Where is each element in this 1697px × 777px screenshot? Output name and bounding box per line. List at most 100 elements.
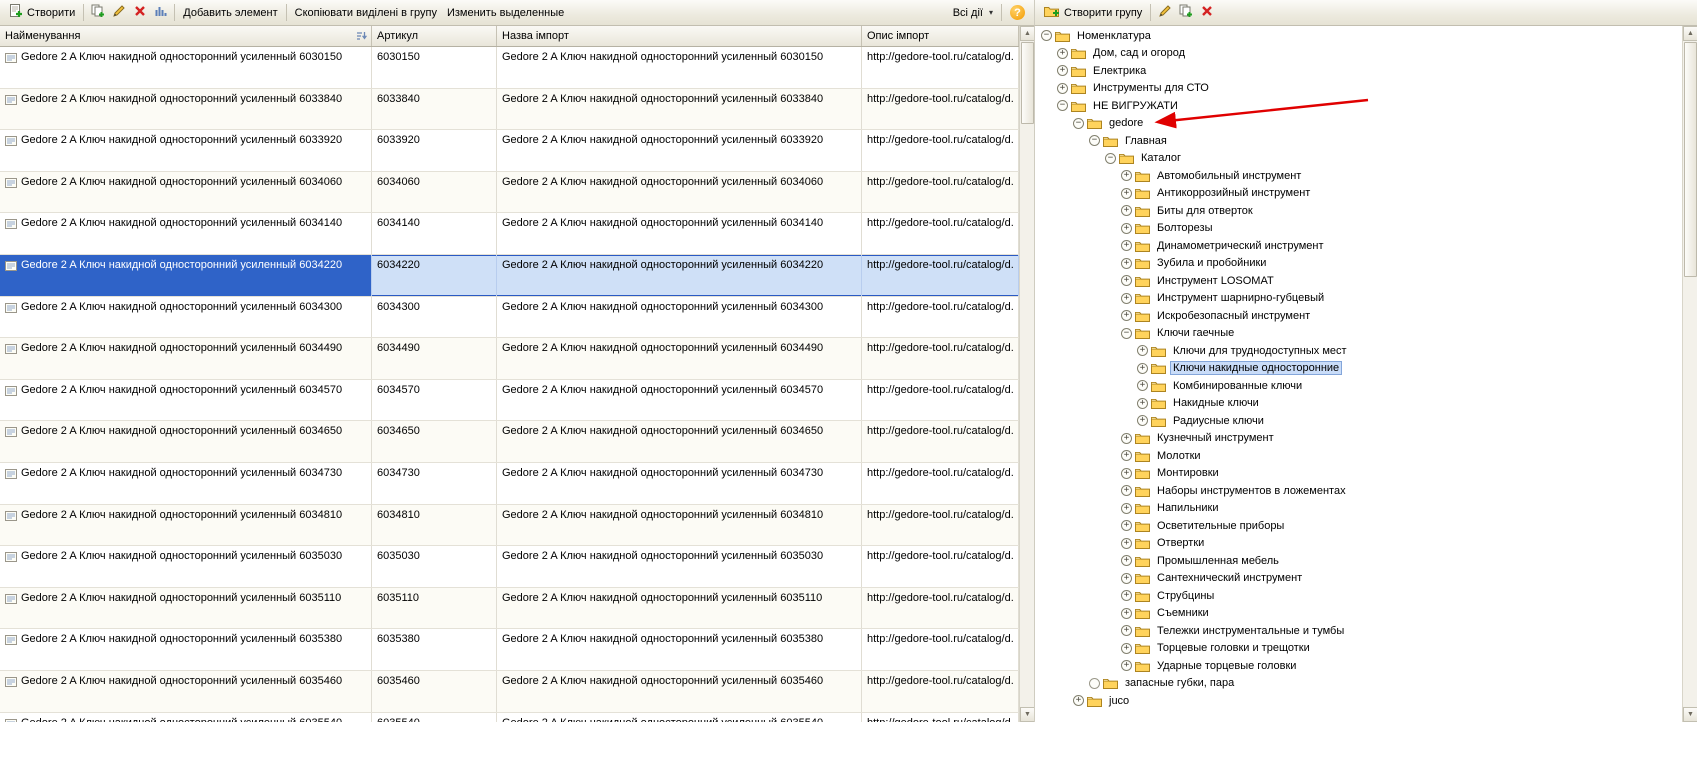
collapse-icon[interactable]: −: [1089, 135, 1100, 147]
table-row[interactable]: Gedore 2 A Ключ накидной односторонний у…: [0, 213, 1019, 255]
tree-item[interactable]: + Биты для отверток: [1035, 202, 1682, 220]
tree-item[interactable]: + Осветительные приборы: [1035, 517, 1682, 535]
scroll-up-icon[interactable]: ▲: [1683, 26, 1697, 41]
article-cell[interactable]: 6033920: [372, 130, 497, 171]
name-cell[interactable]: Gedore 2 A Ключ накидной односторонний у…: [0, 130, 372, 171]
expand-icon[interactable]: +: [1121, 432, 1132, 444]
table-row[interactable]: Gedore 2 A Ключ накидной односторонний у…: [0, 254, 1019, 297]
expand-icon[interactable]: +: [1121, 292, 1132, 304]
delete-group-button[interactable]: [1196, 2, 1217, 23]
tree-item[interactable]: + Торцевые головки и трещотки: [1035, 640, 1682, 658]
tree-item[interactable]: + Автомобильный инструмент: [1035, 167, 1682, 185]
tree-item[interactable]: + Инструмент шарнирно-губцевый: [1035, 290, 1682, 308]
import-name-cell[interactable]: Gedore 2 A Ключ накидной односторонний у…: [497, 587, 862, 629]
tree-item-label[interactable]: Инструменты для СТО: [1090, 81, 1212, 95]
import-desc-cell[interactable]: http://gedore-tool.ru/catalog/d...: [862, 171, 1019, 213]
tree-item-label[interactable]: Накидные ключи: [1170, 396, 1262, 410]
table-row[interactable]: Gedore 2 A Ключ накидной односторонний у…: [0, 338, 1019, 380]
tree-item-label[interactable]: Тележки инструментальные и тумбы: [1154, 624, 1347, 638]
import-desc-cell[interactable]: http://gedore-tool.ru/catalog/d...: [862, 338, 1019, 379]
tree-item-label[interactable]: Съемники: [1154, 606, 1212, 620]
expand-icon[interactable]: +: [1121, 642, 1132, 654]
name-cell[interactable]: Gedore 2 A Ключ накидной односторонний у…: [0, 296, 372, 338]
set-levels-button[interactable]: [150, 2, 171, 23]
help-icon[interactable]: ?: [1010, 5, 1025, 20]
tree-item-label[interactable]: gedore: [1106, 116, 1146, 130]
tree-item-label[interactable]: juco: [1106, 694, 1132, 708]
tree-item-label[interactable]: Ударные торцевые головки: [1154, 659, 1299, 673]
add-element-button[interactable]: Добавить элемент: [178, 4, 282, 22]
article-cell[interactable]: 6034140: [372, 213, 497, 254]
import-desc-cell[interactable]: http://gedore-tool.ru/catalog/d...: [862, 379, 1019, 421]
import-desc-cell[interactable]: http://gedore-tool.ru/catalog/d...: [862, 213, 1019, 254]
tree-item[interactable]: + Монтировки: [1035, 465, 1682, 483]
table-row[interactable]: Gedore 2 A Ключ накидной односторонний у…: [0, 296, 1019, 339]
article-cell[interactable]: 6030150: [372, 47, 497, 88]
tree-item[interactable]: − Номенклатура: [1035, 27, 1682, 45]
article-cell[interactable]: 6034220: [372, 254, 497, 296]
tree-item[interactable]: + Струбцины: [1035, 587, 1682, 605]
name-cell[interactable]: Gedore 2 A Ключ накидной односторонний у…: [0, 338, 372, 379]
column-header-name[interactable]: Найменування: [0, 26, 372, 46]
tree-item[interactable]: + juco: [1035, 692, 1682, 710]
table-row[interactable]: Gedore 2 A Ключ накидной односторонний у…: [0, 504, 1019, 547]
tree-item[interactable]: + Кузнечный инструмент: [1035, 430, 1682, 448]
tree-item[interactable]: + Радиусные ключи: [1035, 412, 1682, 430]
tree-item[interactable]: + Сантехнический инструмент: [1035, 570, 1682, 588]
expand-icon[interactable]: +: [1121, 450, 1132, 462]
table-row[interactable]: Gedore 2 A Ключ накидной односторонний у…: [0, 130, 1019, 172]
tree-item-label[interactable]: Главная: [1122, 134, 1170, 148]
article-cell[interactable]: 6035460: [372, 670, 497, 712]
name-cell[interactable]: Gedore 2 A Ключ накидной односторонний у…: [0, 670, 372, 712]
expand-icon[interactable]: +: [1121, 537, 1132, 549]
expand-icon[interactable]: +: [1121, 485, 1132, 497]
import-desc-cell[interactable]: http://gedore-tool.ru/catalog/d...: [862, 670, 1019, 712]
name-cell[interactable]: Gedore 2 A Ключ накидной односторонний у…: [0, 462, 372, 504]
expand-icon[interactable]: +: [1121, 625, 1132, 637]
expand-icon[interactable]: +: [1121, 187, 1132, 199]
expand-icon[interactable]: +: [1137, 397, 1148, 409]
tree-item-label[interactable]: Комбинированные ключи: [1170, 379, 1305, 393]
tree-item[interactable]: + Инструмент LOSOMAT: [1035, 272, 1682, 290]
name-cell[interactable]: Gedore 2 A Ключ накидной односторонний у…: [0, 47, 372, 88]
expand-icon[interactable]: +: [1137, 415, 1148, 427]
scrollbar-thumb[interactable]: [1021, 42, 1034, 124]
tree-item-label[interactable]: Монтировки: [1154, 466, 1222, 480]
tree-scrollbar[interactable]: ▲ ▼: [1682, 26, 1697, 722]
import-name-cell[interactable]: Gedore 2 A Ключ накидной односторонний у…: [497, 88, 862, 130]
table-row[interactable]: Gedore 2 A Ключ накидной односторонний у…: [0, 712, 1019, 722]
column-header-import-name[interactable]: Назва імпорт: [497, 26, 862, 46]
import-desc-cell[interactable]: http://gedore-tool.ru/catalog/d...: [862, 504, 1019, 546]
tree-item[interactable]: + Накидные ключи: [1035, 395, 1682, 413]
tree-item-label[interactable]: Кузнечный инструмент: [1154, 431, 1277, 445]
scroll-down-icon[interactable]: ▼: [1020, 707, 1035, 722]
import-desc-cell[interactable]: http://gedore-tool.ru/catalog/d...: [862, 296, 1019, 338]
import-desc-cell[interactable]: http://gedore-tool.ru/catalog/d...: [862, 546, 1019, 587]
name-cell[interactable]: Gedore 2 A Ключ накидной односторонний у…: [0, 712, 372, 722]
import-name-cell[interactable]: Gedore 2 A Ключ накидной односторонний у…: [497, 629, 862, 670]
import-desc-cell[interactable]: http://gedore-tool.ru/catalog/d...: [862, 130, 1019, 171]
column-header-import-desc[interactable]: Опис імпорт: [862, 26, 1019, 46]
tree-item[interactable]: + Инструменты для СТО: [1035, 80, 1682, 98]
tree-item-label[interactable]: Радиусные ключи: [1170, 414, 1267, 428]
table-row[interactable]: Gedore 2 A Ключ накидной односторонний у…: [0, 379, 1019, 422]
collapse-icon[interactable]: −: [1105, 152, 1116, 164]
tree-item-label[interactable]: Инструмент шарнирно-губцевый: [1154, 291, 1327, 305]
expand-icon[interactable]: +: [1121, 555, 1132, 567]
create-group-button[interactable]: Створити групу: [1039, 2, 1147, 24]
tree-item[interactable]: + Напильники: [1035, 500, 1682, 518]
tree-item-label[interactable]: НЕ ВИГРУЖАТИ: [1090, 99, 1181, 113]
import-name-cell[interactable]: Gedore 2 A Ключ накидной односторонний у…: [497, 213, 862, 254]
expand-icon[interactable]: +: [1121, 275, 1132, 287]
scrollbar-thumb[interactable]: [1684, 42, 1697, 277]
import-name-cell[interactable]: Gedore 2 A Ключ накидной односторонний у…: [497, 670, 862, 712]
import-name-cell[interactable]: Gedore 2 A Ключ накидной односторонний у…: [497, 171, 862, 213]
name-cell[interactable]: Gedore 2 A Ключ накидной односторонний у…: [0, 171, 372, 213]
delete-item-button[interactable]: [129, 2, 150, 23]
tree-item[interactable]: − Главная: [1035, 132, 1682, 150]
tree-item[interactable]: + Ударные торцевые головки: [1035, 657, 1682, 675]
import-name-cell[interactable]: Gedore 2 A Ключ накидной односторонний у…: [497, 712, 862, 722]
import-name-cell[interactable]: Gedore 2 A Ключ накидной односторонний у…: [497, 254, 862, 296]
edit-selected-button[interactable]: Изменить выделенные: [442, 4, 569, 22]
edit-item-button[interactable]: [108, 2, 129, 23]
